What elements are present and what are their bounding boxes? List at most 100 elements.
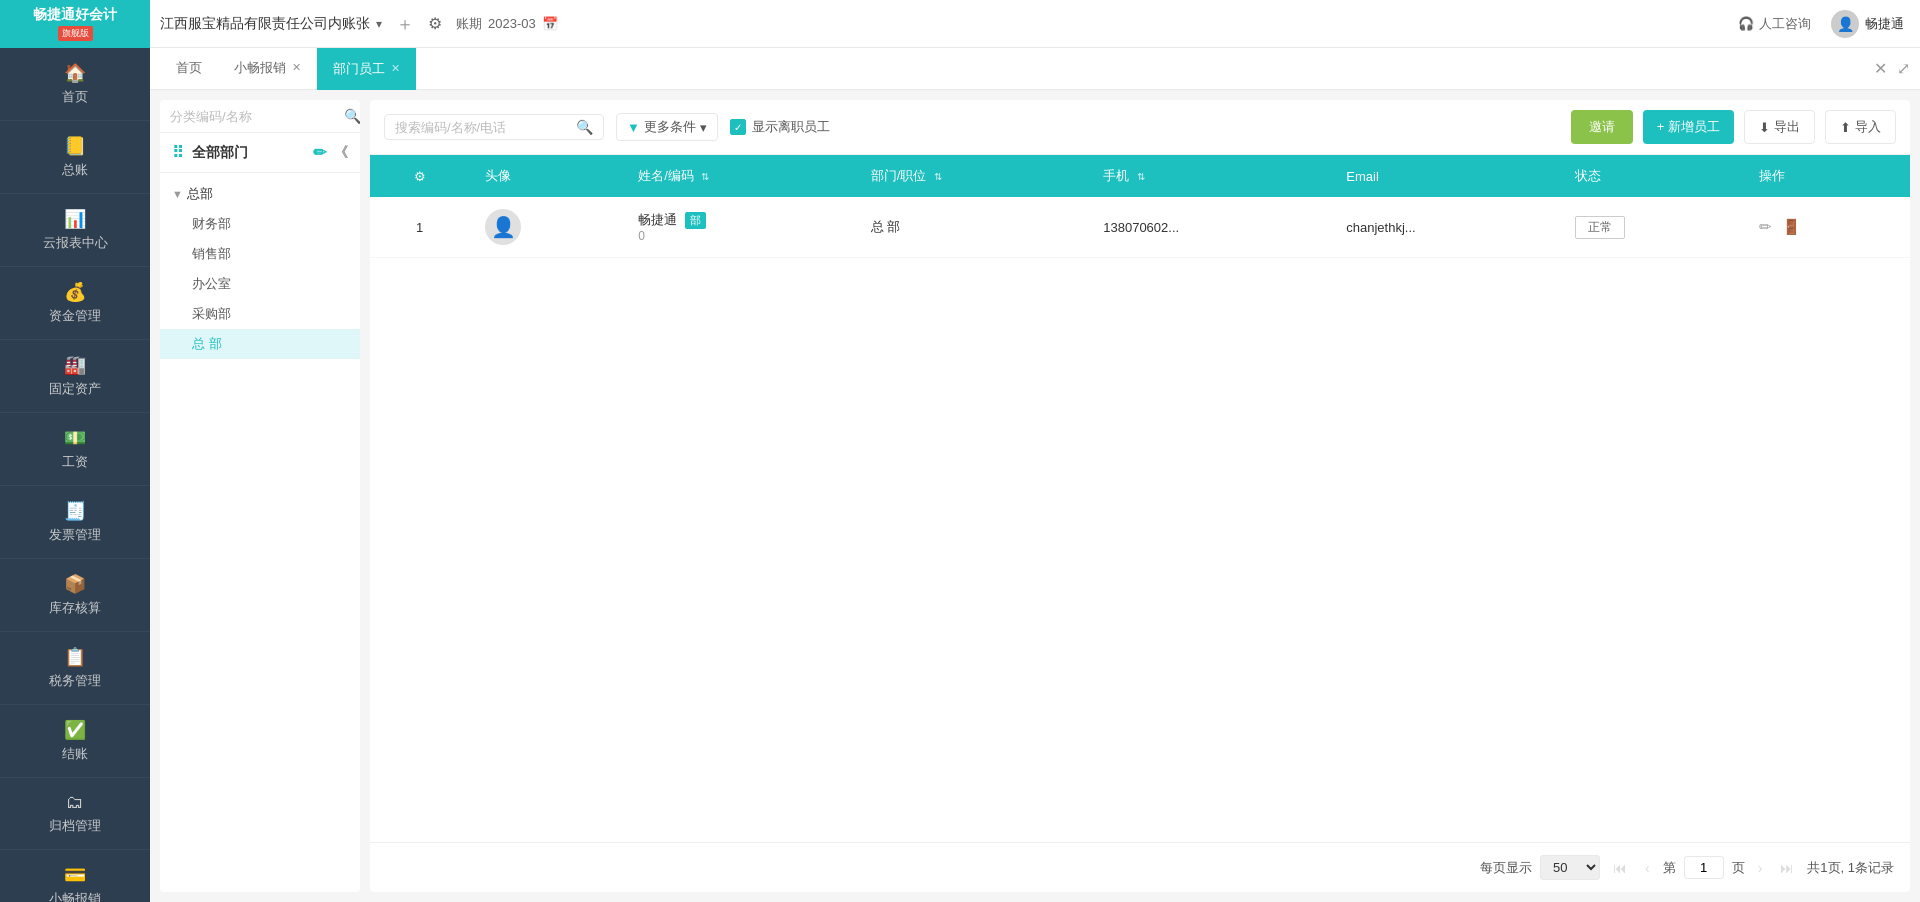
sidebar-item-inventory[interactable]: 📦 库存核算 (0, 559, 150, 632)
pagination: 每页显示 50 100 200 ⏮ ‹ 第 页 › ⏭ 共1页, 1条记录 (370, 842, 1910, 892)
top-bar-right: 🎧 人工咨询 👤 畅捷通 (1738, 10, 1904, 38)
delete-employee-icon[interactable]: 🚪 (1782, 218, 1801, 236)
sidebar-item-label: 归档管理 (49, 817, 101, 835)
sidebar-item-assets[interactable]: 🏭 固定资产 (0, 340, 150, 413)
sidebar-item-label: 云报表中心 (43, 234, 108, 252)
next-page-button[interactable]: › (1753, 858, 1768, 878)
dept-item-sales[interactable]: 销售部 (160, 239, 360, 269)
show-resigned-toggle[interactable]: ✓ 显示离职员工 (730, 118, 830, 136)
invite-button[interactable]: 邀请 (1571, 110, 1633, 144)
minimize-tab-button[interactable]: ✕ (1874, 59, 1887, 78)
export-button[interactable]: ⬇ 导出 (1744, 110, 1815, 144)
sidebar-item-expense[interactable]: 💳 小畅报销 (0, 850, 150, 902)
tab-expense[interactable]: 小畅报销 ✕ (218, 48, 317, 90)
page-number-input[interactable] (1684, 856, 1724, 879)
last-page-button[interactable]: ⏭ (1775, 858, 1799, 878)
invoice-icon: 🧾 (64, 500, 86, 522)
sidebar-item-close[interactable]: ✅ 结账 (0, 705, 150, 778)
collapse-panel-icon[interactable]: 《 (334, 144, 348, 162)
tab-actions: ✕ ⤢ (1874, 59, 1910, 78)
sidebar-item-label: 工资 (62, 453, 88, 471)
col-name-code[interactable]: 姓名/编码 ⇅ (622, 155, 855, 197)
page-content: 🔍 ⠿ 全部部门 ✏ 《 ▼ 总部 财务部 销售部 办公室 采购部 (150, 90, 1920, 902)
close-expense-tab-icon[interactable]: ✕ (292, 61, 301, 74)
sidebar-item-funds[interactable]: 💰 资金管理 (0, 267, 150, 340)
prev-page-button[interactable]: ‹ (1640, 858, 1655, 878)
show-resigned-checkbox[interactable]: ✓ (730, 119, 746, 135)
sidebar: 🏠 首页 📒 总账 📊 云报表中心 💰 资金管理 🏭 固定资产 💵 工资 🧾 发… (0, 48, 150, 902)
dept-item-purchase[interactable]: 采购部 (160, 299, 360, 329)
dept-search-area: 🔍 (160, 100, 360, 133)
expand-tab-button[interactable]: ⤢ (1897, 59, 1910, 78)
sidebar-item-label: 首页 (62, 88, 88, 106)
funds-icon: 💰 (64, 281, 86, 303)
close-employees-tab-icon[interactable]: ✕ (391, 62, 400, 75)
dept-search-icon[interactable]: 🔍 (344, 108, 360, 124)
page-label: 页 (1732, 859, 1745, 877)
dept-panel: 🔍 ⠿ 全部部门 ✏ 《 ▼ 总部 财务部 销售部 办公室 采购部 (160, 100, 360, 892)
employee-search-icon[interactable]: 🔍 (576, 119, 593, 135)
dept-item-office[interactable]: 办公室 (160, 269, 360, 299)
col-dept-position[interactable]: 部门/职位 ⇅ (855, 155, 1088, 197)
export-label: 导出 (1774, 118, 1800, 136)
col-avatar: 头像 (469, 155, 622, 197)
support-label: 人工咨询 (1759, 15, 1811, 33)
first-page-button[interactable]: ⏮ (1608, 858, 1632, 878)
period-selector[interactable]: 账期 2023-03 📅 (456, 15, 558, 33)
dept-item-finance[interactable]: 财务部 (160, 209, 360, 239)
settings-icon[interactable]: ⚙ (428, 14, 442, 33)
import-button[interactable]: ⬆ 导入 (1825, 110, 1896, 144)
dept-list: ▼ 总部 财务部 销售部 办公室 采购部 总 部 (160, 173, 360, 892)
add-company-button[interactable]: ＋ (396, 12, 414, 36)
sidebar-item-salary[interactable]: 💵 工资 (0, 413, 150, 486)
sidebar-item-label: 结账 (62, 745, 88, 763)
user-menu[interactable]: 👤 畅捷通 (1831, 10, 1904, 38)
cell-avatar: 👤 (469, 197, 622, 258)
employee-panel: 🔍 ▼ 更多条件 ▾ ✓ 显示离职员工 邀请 + 新增员工 (370, 100, 1910, 892)
top-bar: 畅捷通好会计 旗舰版 江西服宝精品有限责任公司内账张 ▾ ＋ ⚙ 账期 2023… (0, 0, 1920, 48)
sidebar-item-label: 库存核算 (49, 599, 101, 617)
col-phone[interactable]: 手机 ⇅ (1087, 155, 1330, 197)
sort-dept-icon: ⇅ (934, 171, 942, 182)
user-name: 畅捷通 (1865, 15, 1904, 33)
sidebar-item-label: 小畅报销 (49, 890, 101, 902)
export-icon: ⬇ (1759, 120, 1770, 135)
sidebar-item-invoice[interactable]: 🧾 发票管理 (0, 486, 150, 559)
sidebar-item-tax[interactable]: 📋 税务管理 (0, 632, 150, 705)
sidebar-item-archive[interactable]: 🗂 归档管理 (0, 778, 150, 850)
tab-home[interactable]: 首页 (160, 48, 218, 90)
logo-version: 旗舰版 (58, 26, 93, 41)
import-label: 导入 (1855, 118, 1881, 136)
dept-search-input[interactable] (170, 109, 338, 124)
tab-expense-label: 小畅报销 (234, 59, 286, 77)
close-period-icon: ✅ (64, 719, 86, 741)
dept-group-root[interactable]: ▼ 总部 (160, 179, 360, 209)
sidebar-item-ledger[interactable]: 📒 总账 (0, 121, 150, 194)
avatar: 👤 (485, 209, 521, 245)
edit-employee-icon[interactable]: ✏ (1759, 218, 1772, 236)
edit-dept-icon[interactable]: ✏ (313, 143, 326, 162)
support-button[interactable]: 🎧 人工咨询 (1738, 15, 1811, 33)
more-filter-button[interactable]: ▼ 更多条件 ▾ (616, 113, 718, 141)
dept-item-general[interactable]: 总 部 (160, 329, 360, 359)
dept-badge: 部 (685, 212, 706, 229)
total-records: 共1页, 1条记录 (1807, 859, 1894, 877)
action-icons: ✏ 🚪 (1759, 218, 1894, 236)
sort-name-icon: ⇅ (701, 171, 709, 182)
archive-icon: 🗂 (66, 792, 84, 813)
page-size-select[interactable]: 50 100 200 (1540, 855, 1600, 880)
sidebar-item-reports[interactable]: 📊 云报表中心 (0, 194, 150, 267)
show-resigned-label: 显示离职员工 (752, 118, 830, 136)
company-selector[interactable]: 江西服宝精品有限责任公司内账张 ▾ (160, 15, 382, 33)
tab-employees-label: 部门员工 (333, 60, 385, 78)
sort-phone-icon: ⇅ (1137, 171, 1145, 182)
employee-name: 畅捷通 (638, 211, 677, 229)
sidebar-item-label: 资金管理 (49, 307, 101, 325)
tab-employees[interactable]: 部门员工 ✕ (317, 48, 416, 90)
add-employee-button[interactable]: + 新增员工 (1643, 110, 1734, 144)
employee-search-input[interactable] (395, 120, 570, 135)
grid-icon: ⠿ (172, 143, 184, 162)
sidebar-item-home[interactable]: 🏠 首页 (0, 48, 150, 121)
col-settings-icon[interactable]: ⚙ (414, 169, 426, 184)
all-dept-label: 全部部门 (192, 144, 248, 162)
